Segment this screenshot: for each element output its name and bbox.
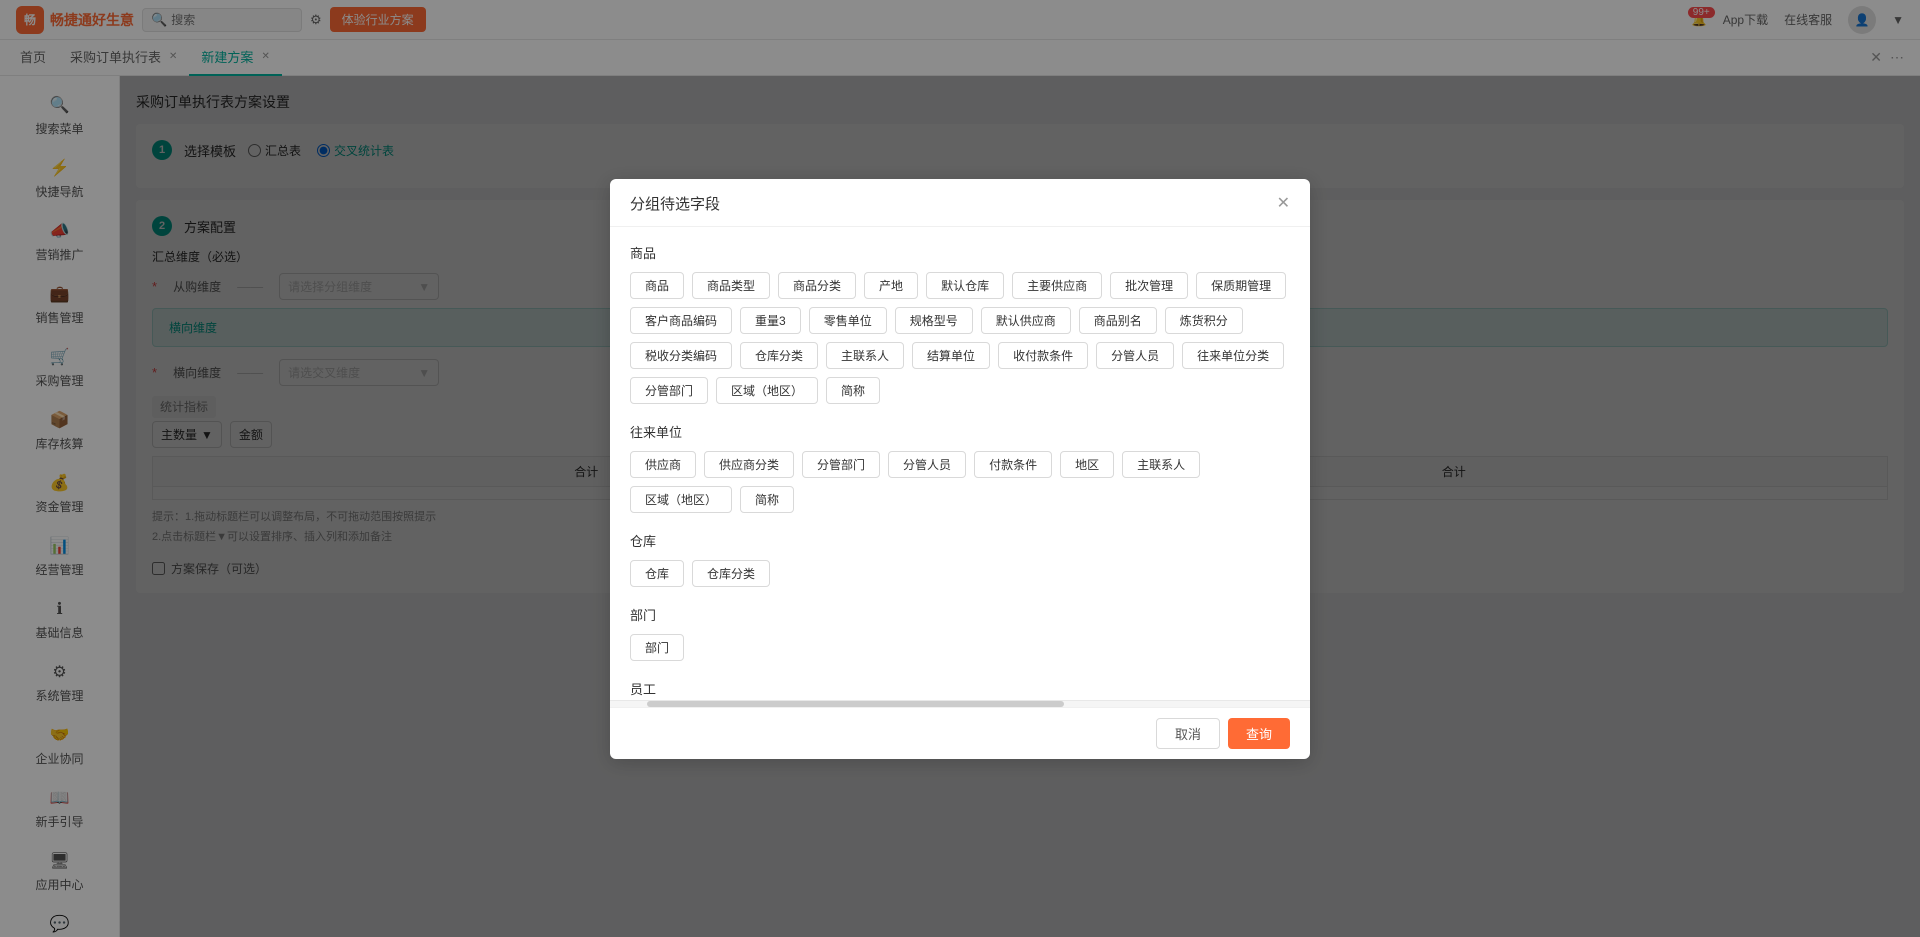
section-transaction-title: 往来单位: [630, 422, 1290, 441]
field-tag-default-warehouse[interactable]: 默认仓库: [926, 272, 1004, 299]
section-goods: 商品 商品 商品类型 商品分类 产地 默认仓库 主要供应商 批次管理 保质期管理…: [630, 243, 1290, 404]
field-tag-payment-terms[interactable]: 收付款条件: [998, 342, 1088, 369]
modal-hscrollbar[interactable]: [610, 700, 1310, 707]
section-warehouse-title: 仓库: [630, 531, 1290, 550]
modal-footer: 取消 查询: [610, 707, 1310, 759]
field-tag-department[interactable]: 部门: [630, 634, 684, 661]
field-tag-sup-dept[interactable]: 分管部门: [802, 451, 880, 478]
section-warehouse-tags: 仓库 仓库分类: [630, 560, 1290, 587]
field-tag-customer-code[interactable]: 客户商品编码: [630, 307, 732, 334]
field-tag-spec-model[interactable]: 规格型号: [895, 307, 973, 334]
section-transaction-tags: 供应商 供应商分类 分管部门 分管人员 付款条件 地区 主联系人 区域（地区） …: [630, 451, 1290, 513]
modal-title: 分组待选字段: [630, 193, 720, 214]
field-tag-default-supplier[interactable]: 默认供应商: [981, 307, 1071, 334]
section-transaction: 往来单位 供应商 供应商分类 分管部门 分管人员 付款条件 地区 主联系人 区域…: [630, 422, 1290, 513]
field-tag-supervisor[interactable]: 分管人员: [1096, 342, 1174, 369]
field-tag-sup-payment[interactable]: 付款条件: [974, 451, 1052, 478]
section-warehouse: 仓库 仓库 仓库分类: [630, 531, 1290, 587]
modal-close-btn[interactable]: ✕: [1277, 193, 1290, 213]
field-tag-warehouse-cat[interactable]: 仓库分类: [692, 560, 770, 587]
field-tag-shelf-life[interactable]: 保质期管理: [1196, 272, 1286, 299]
field-tag-region[interactable]: 区域（地区）: [716, 377, 818, 404]
modal-confirm-btn[interactable]: 查询: [1228, 718, 1290, 749]
field-tag-supplier-category[interactable]: 供应商分类: [704, 451, 794, 478]
field-tag-tax-code[interactable]: 税收分类编码: [630, 342, 732, 369]
field-tag-dept[interactable]: 分管部门: [630, 377, 708, 404]
field-tag-main-supplier[interactable]: 主要供应商: [1012, 272, 1102, 299]
field-tag-refine-points[interactable]: 炼货积分: [1165, 307, 1243, 334]
section-department: 部门 部门: [630, 605, 1290, 661]
field-tag-warehouse[interactable]: 仓库: [630, 560, 684, 587]
field-tag-sup-main-contact[interactable]: 主联系人: [1122, 451, 1200, 478]
section-department-title: 部门: [630, 605, 1290, 624]
field-tag-origin[interactable]: 产地: [864, 272, 918, 299]
field-tag-sup-region[interactable]: 地区: [1060, 451, 1114, 478]
modal-body[interactable]: 商品 商品 商品类型 商品分类 产地 默认仓库 主要供应商 批次管理 保质期管理…: [610, 227, 1310, 700]
section-goods-title: 商品: [630, 243, 1290, 262]
field-tag-goods-category[interactable]: 商品分类: [778, 272, 856, 299]
section-employee: 员工 业务员: [630, 679, 1290, 700]
field-tag-main-contact[interactable]: 主联系人: [826, 342, 904, 369]
modal-cancel-btn[interactable]: 取消: [1156, 718, 1220, 749]
field-tag-goods[interactable]: 商品: [630, 272, 684, 299]
field-tag-weight3[interactable]: 重量3: [740, 307, 801, 334]
field-tag-warehouse-category[interactable]: 仓库分类: [740, 342, 818, 369]
section-employee-title: 员工: [630, 679, 1290, 698]
field-tag-transaction-category[interactable]: 往来单位分类: [1182, 342, 1284, 369]
field-tag-goods-type[interactable]: 商品类型: [692, 272, 770, 299]
section-department-tags: 部门: [630, 634, 1290, 661]
field-tag-goods-alias[interactable]: 商品别名: [1079, 307, 1157, 334]
field-tag-supplier[interactable]: 供应商: [630, 451, 696, 478]
field-tag-sup-abbr[interactable]: 简称: [740, 486, 794, 513]
modal-overlay: 分组待选字段 ✕ 商品 商品 商品类型 商品分类 产地 默认仓库 主要供应商 批…: [0, 0, 1920, 937]
field-tag-sup-area[interactable]: 区域（地区）: [630, 486, 732, 513]
field-tag-settlement-unit[interactable]: 结算单位: [912, 342, 990, 369]
field-tag-batch-mgmt[interactable]: 批次管理: [1110, 272, 1188, 299]
field-tag-sup-personnel[interactable]: 分管人员: [888, 451, 966, 478]
modal-header: 分组待选字段 ✕: [610, 179, 1310, 227]
section-goods-tags: 商品 商品类型 商品分类 产地 默认仓库 主要供应商 批次管理 保质期管理 客户…: [630, 272, 1290, 404]
field-tag-abbr[interactable]: 简称: [826, 377, 880, 404]
field-selection-modal: 分组待选字段 ✕ 商品 商品 商品类型 商品分类 产地 默认仓库 主要供应商 批…: [610, 179, 1310, 759]
field-tag-retail-unit[interactable]: 零售单位: [809, 307, 887, 334]
